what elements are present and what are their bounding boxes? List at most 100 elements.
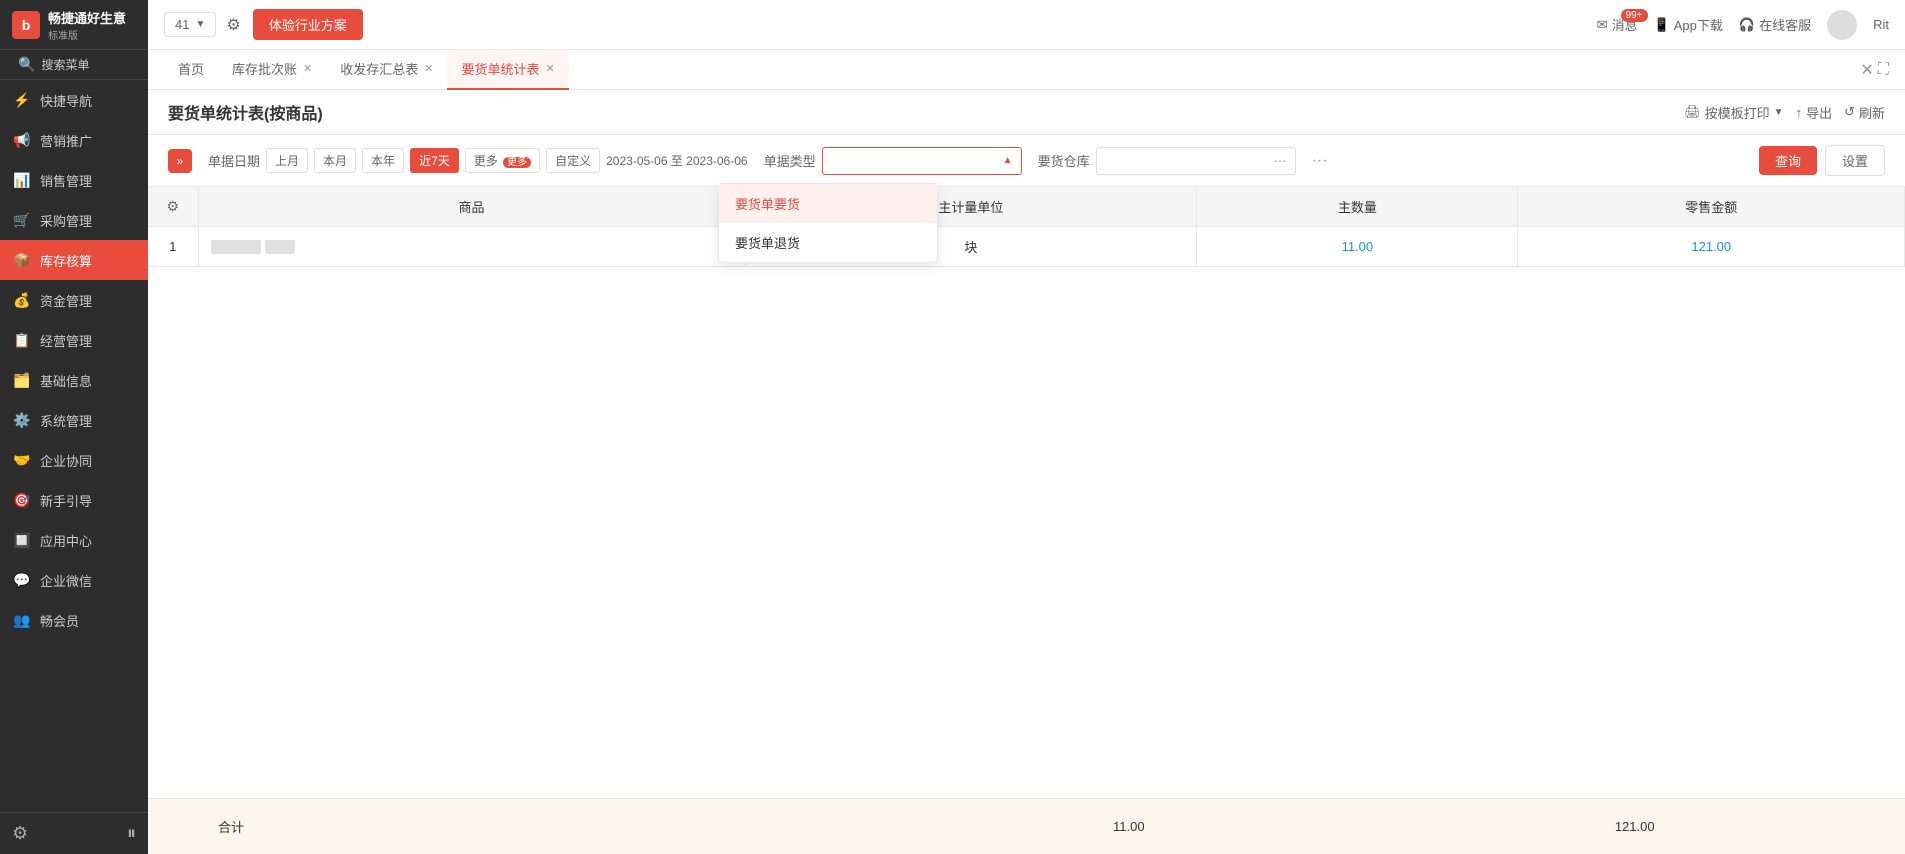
sidebar-item-finance[interactable]: 💰 资金管理 xyxy=(0,280,148,320)
table-row: 1 块 11.00 121.00 xyxy=(148,227,1905,267)
tab-home[interactable]: 首页 xyxy=(164,50,218,90)
col-product-header: 商品 xyxy=(198,187,745,227)
export-btn[interactable]: ↑ 导出 xyxy=(1796,103,1833,122)
sidebar-item-purchase[interactable]: 🛒 采购管理 xyxy=(0,200,148,240)
tab-inventory-batch-label: 库存批次账 xyxy=(232,59,297,78)
company-name: 41 xyxy=(175,17,189,32)
sales-icon: 📊 xyxy=(12,170,32,190)
logo-subtitle: 标准版 xyxy=(48,27,126,42)
sidebar-item-quick-nav[interactable]: ⚡ 快捷导航 xyxy=(0,80,148,120)
sales-label: 销售管理 xyxy=(40,171,92,190)
inventory-icon: 📦 xyxy=(12,250,32,270)
page-header: 要货单统计表(按商品) 🖨 按模板打印 ▼ ↑ 导出 ↺ 刷新 xyxy=(148,90,1905,135)
settings-footer-btn[interactable]: ⚙ xyxy=(12,823,28,844)
sidebar-item-basic[interactable]: 🗂️ 基础信息 xyxy=(0,360,148,400)
date-filter-label: 单据日期 xyxy=(208,151,260,170)
type-filter-group: 单据类型 ▲ xyxy=(764,147,1022,175)
topbar-gear-icon[interactable]: ⚙ xyxy=(226,15,240,35)
sidebar-item-enterprise[interactable]: 🤝 企业协同 xyxy=(0,440,148,480)
settings-btn[interactable]: 设置 xyxy=(1825,145,1885,176)
type-select[interactable]: ▲ xyxy=(822,147,1022,175)
apps-icon: 🔲 xyxy=(12,530,32,550)
page-title: 要货单统计表(按商品) xyxy=(168,100,323,124)
col-settings-header[interactable]: ⚙ xyxy=(148,187,198,227)
sidebar-search[interactable]: 🔍 搜索菜单 xyxy=(0,50,148,80)
tab-home-label: 首页 xyxy=(178,59,204,78)
message-btn[interactable]: ✉ 消息 99+ xyxy=(1597,15,1638,34)
dropdown-item-order-return[interactable]: 要货单退货 xyxy=(719,223,937,262)
tab-receive-summary[interactable]: 收发存汇总表 ✕ xyxy=(326,50,447,90)
tab-receive-summary-label: 收发存汇总表 xyxy=(340,59,418,78)
app-download-btn[interactable]: 📱 App下载 xyxy=(1654,15,1723,34)
sidebar-item-marketing[interactable]: 📢 营销推广 xyxy=(0,120,148,160)
more-filters-icon[interactable]: ··· xyxy=(1312,152,1328,170)
guide-label: 新手引导 xyxy=(40,491,92,510)
row-product xyxy=(198,227,745,267)
wechat-label: 企业微信 xyxy=(40,571,92,590)
export-label: 导出 xyxy=(1806,103,1832,122)
main-content: 41 ▼ ⚙ 体验行业方案 ✉ 消息 99+ 📱 App下载 🎧 在线客服 Ri… xyxy=(148,0,1905,854)
topbar-left: 41 ▼ ⚙ 体验行业方案 xyxy=(164,9,1597,40)
custom-date-btn[interactable]: 自定义 xyxy=(546,148,600,173)
basic-label: 基础信息 xyxy=(40,371,92,390)
enterprise-label: 企业协同 xyxy=(40,451,92,470)
avatar[interactable] xyxy=(1827,10,1857,40)
trial-btn[interactable]: 体验行业方案 xyxy=(253,9,363,40)
quick-nav-icon: ⚡ xyxy=(12,90,32,110)
tab-order-summary-close[interactable]: ✕ xyxy=(546,62,555,75)
row-qty[interactable]: 11.00 xyxy=(1197,227,1518,267)
member-icon: 👥 xyxy=(12,610,32,630)
this-month-btn[interactable]: 本月 xyxy=(314,148,356,173)
sidebar-item-inventory[interactable]: 📦 库存核算 xyxy=(0,240,148,280)
toggle-sidebar-btn[interactable]: ⏸ xyxy=(127,823,136,844)
sidebar-item-guide[interactable]: 🎯 新手引导 xyxy=(0,480,148,520)
summary-amount: 121.00 xyxy=(1364,809,1905,844)
print-btn[interactable]: 🖨 按模板打印 ▼ xyxy=(1684,103,1783,122)
guide-icon: 🎯 xyxy=(12,490,32,510)
last-7days-btn[interactable]: 近7天 xyxy=(410,148,459,173)
inventory-label: 库存核算 xyxy=(40,251,92,270)
print-chevron-icon: ▼ xyxy=(1774,107,1784,118)
sidebar-footer: ⚙ ⏸ xyxy=(0,812,148,854)
tab-inventory-batch[interactable]: 库存批次账 ✕ xyxy=(218,50,326,90)
expand-tabs-btn[interactable]: ⛶ xyxy=(1878,61,1889,79)
column-settings-icon[interactable]: ⚙ xyxy=(166,198,179,214)
sidebar-item-wechat[interactable]: 💬 企业微信 xyxy=(0,560,148,600)
tab-inventory-batch-close[interactable]: ✕ xyxy=(303,62,312,75)
search-label: 搜索菜单 xyxy=(41,56,89,73)
query-btn[interactable]: 查询 xyxy=(1759,146,1817,175)
date-filter-group: 单据日期 上月 本月 本年 近7天 更多 更多 自定义 2023-05-06 至… xyxy=(208,148,748,173)
sidebar-item-member[interactable]: 👥 畅会员 xyxy=(0,600,148,640)
tab-order-summary[interactable]: 要货单统计表 ✕ xyxy=(447,50,568,90)
tab-order-summary-label: 要货单统计表 xyxy=(461,59,539,78)
warehouse-more-icon: ··· xyxy=(1274,153,1287,168)
refresh-btn[interactable]: ↺ 刷新 xyxy=(1844,103,1885,122)
operation-label: 经营管理 xyxy=(40,331,92,350)
more-dates-btn[interactable]: 更多 更多 xyxy=(465,148,540,173)
company-dropdown[interactable]: 41 ▼ xyxy=(164,12,216,37)
warehouse-filter-group: 要货仓库 ··· xyxy=(1038,147,1296,175)
operation-icon: 📋 xyxy=(12,330,32,350)
tab-receive-summary-close[interactable]: ✕ xyxy=(424,62,433,75)
refresh-icon: ↺ xyxy=(1844,104,1855,120)
filter-actions: 查询 设置 xyxy=(1759,145,1885,176)
tabs-bar: 首页 库存批次账 ✕ 收发存汇总表 ✕ 要货单统计表 ✕ ✕ ⛶ xyxy=(148,50,1905,90)
wechat-icon: 💬 xyxy=(12,570,32,590)
print-icon: 🖨 xyxy=(1684,104,1701,120)
row-amount[interactable]: 121.00 xyxy=(1518,227,1905,267)
more-dates-label: 更多 xyxy=(474,154,498,168)
sidebar-item-apps[interactable]: 🔲 应用中心 xyxy=(0,520,148,560)
print-label: 按模板打印 xyxy=(1705,103,1770,122)
filter-expand-btn[interactable]: » xyxy=(168,149,192,173)
sidebar-item-sales[interactable]: 📊 销售管理 xyxy=(0,160,148,200)
this-year-btn[interactable]: 本年 xyxy=(362,148,404,173)
warehouse-input[interactable]: ··· xyxy=(1096,147,1296,175)
dropdown-item-order-request[interactable]: 要货单要货 xyxy=(719,184,937,223)
prev-month-btn[interactable]: 上月 xyxy=(266,148,308,173)
sidebar-item-system[interactable]: ⚙️ 系统管理 xyxy=(0,400,148,440)
summary-empty-2 xyxy=(690,809,893,844)
close-all-tabs-btn[interactable]: ✕ xyxy=(1860,60,1873,80)
sidebar-item-operation[interactable]: 📋 经营管理 xyxy=(0,320,148,360)
service-icon: 🎧 xyxy=(1739,17,1755,33)
online-service-btn[interactable]: 🎧 在线客服 xyxy=(1739,15,1811,34)
